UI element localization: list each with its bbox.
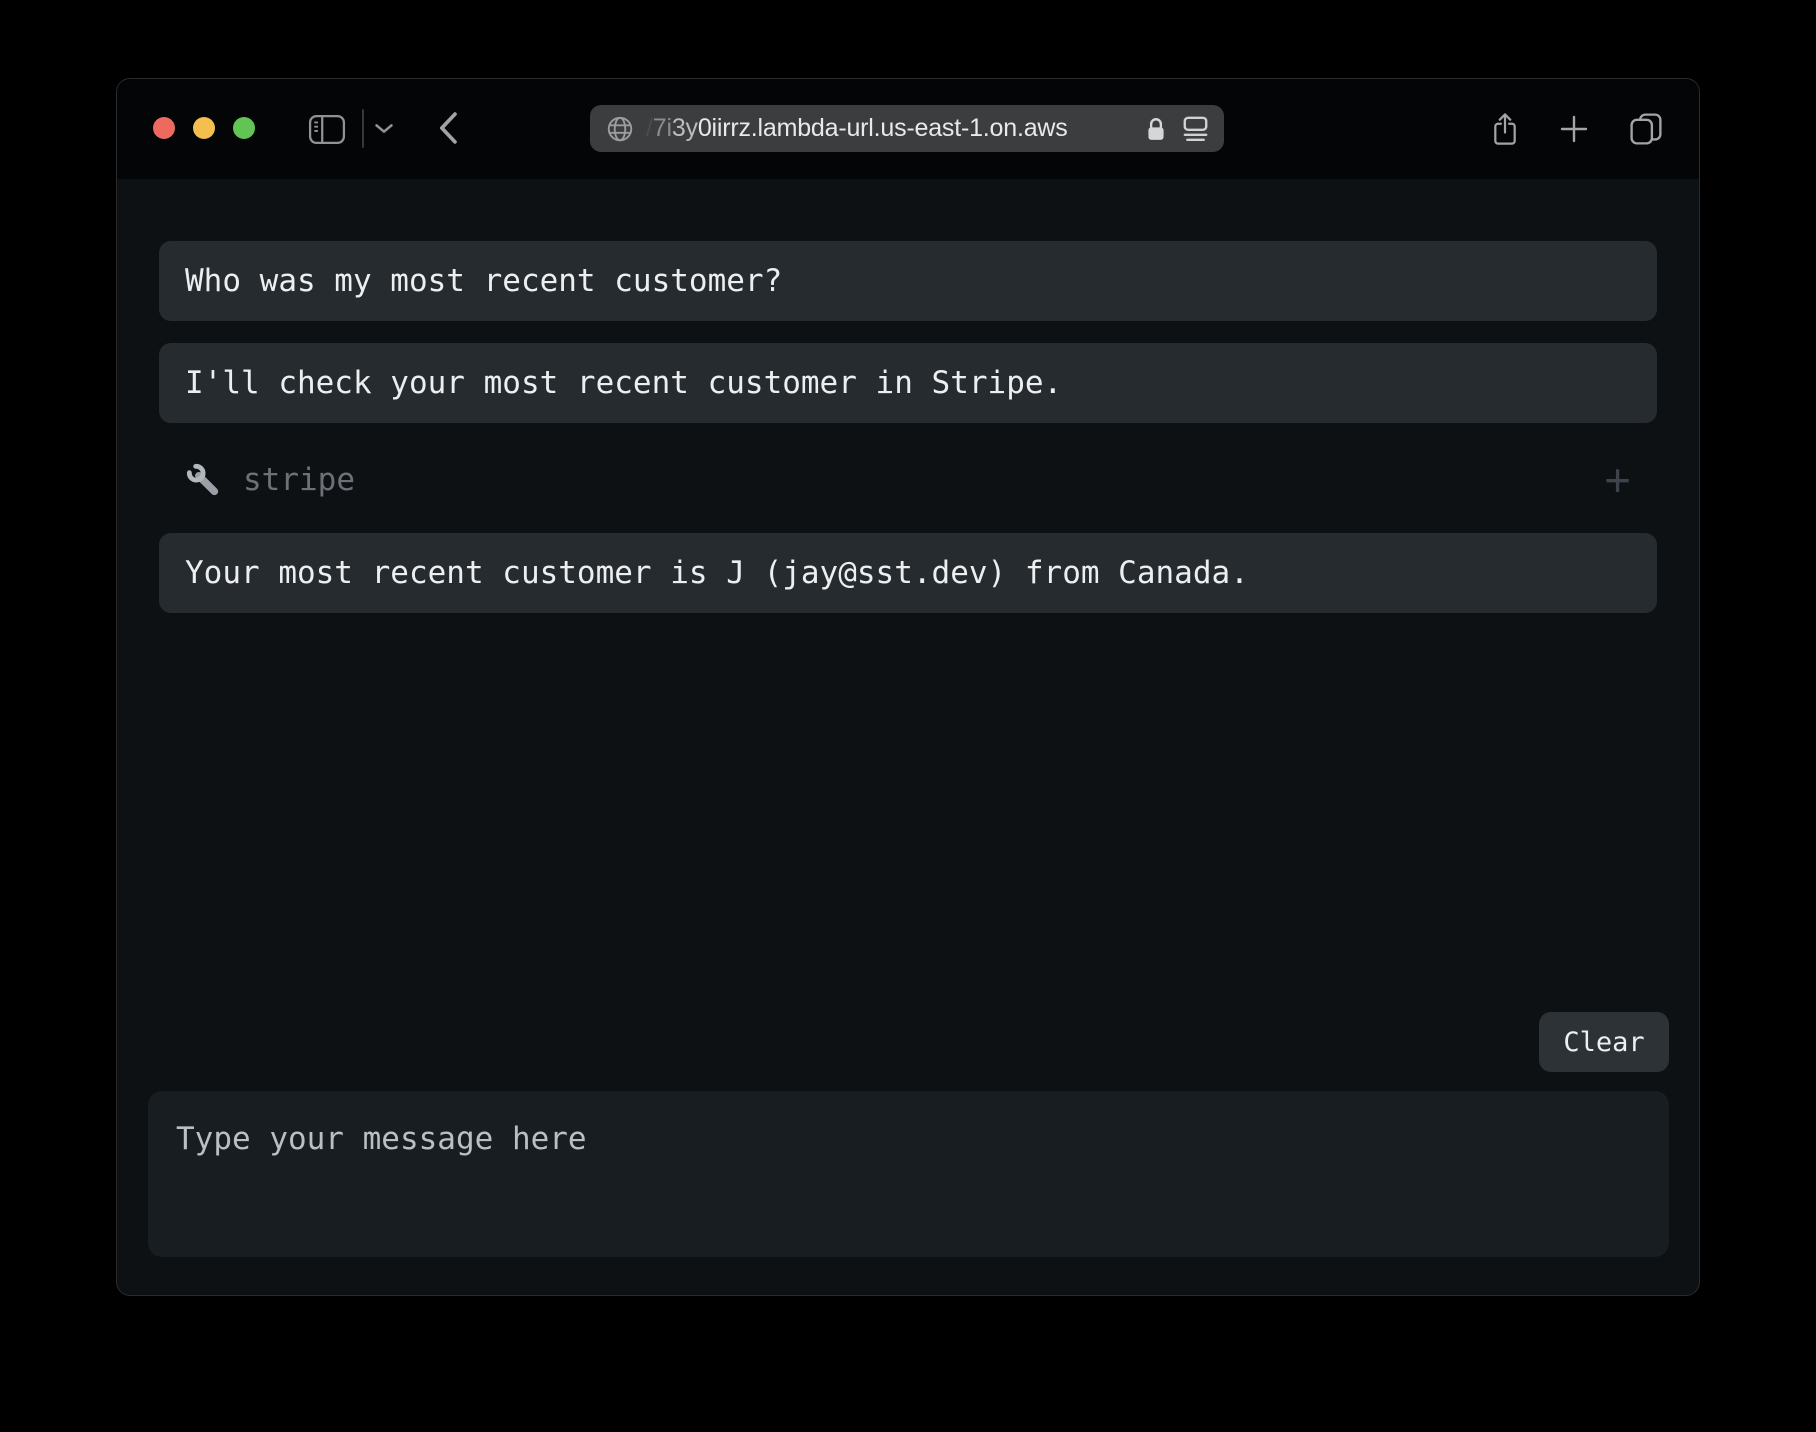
window-controls — [153, 117, 255, 139]
url-faded-segment: 3y — [672, 114, 698, 142]
tab-overview-button[interactable] — [1629, 112, 1663, 146]
message-input[interactable] — [148, 1091, 1669, 1257]
share-icon — [1491, 111, 1519, 147]
chat-area: Who was my most recent customer? I'll ch… — [117, 179, 1699, 1295]
url-host: 0iirrz.lambda-url.us-east-1.on.aws — [698, 114, 1068, 142]
tool-name-label: stripe — [243, 462, 355, 498]
browser-titlebar: /7i3y0iirrz.lambda-url.us-east-1.on.aws — [117, 79, 1699, 179]
message-assistant: Your most recent customer is J (jay@sst.… — [159, 533, 1657, 613]
message-text: Your most recent customer is J (jay@sst.… — [185, 555, 1249, 591]
back-icon — [437, 111, 459, 145]
message-text: Who was my most recent customer? — [185, 263, 782, 299]
tab-group-chevron-button[interactable] — [372, 120, 396, 136]
minimize-window-button[interactable] — [193, 117, 215, 139]
sidebar-icon — [308, 114, 346, 145]
sidebar-toggle-button[interactable] — [307, 112, 347, 146]
close-window-button[interactable] — [153, 117, 175, 139]
page-settings-icon — [1180, 114, 1211, 143]
globe-icon — [605, 114, 635, 144]
new-tab-button[interactable] — [1558, 113, 1590, 145]
tool-expand-button[interactable]: + — [1604, 457, 1631, 503]
back-button[interactable] — [435, 109, 461, 147]
toolbar-divider — [362, 109, 364, 148]
browser-window: /7i3y0iirrz.lambda-url.us-east-1.on.aws — [116, 78, 1700, 1296]
tool-call-row: stripe + — [159, 449, 1657, 511]
zoom-window-button[interactable] — [233, 117, 255, 139]
toolbar-right-actions — [1491, 109, 1663, 149]
plus-icon — [1558, 113, 1590, 145]
share-button[interactable] — [1491, 111, 1519, 147]
address-bar[interactable]: /7i3y0iirrz.lambda-url.us-east-1.on.aws — [590, 105, 1224, 152]
url-text: /7i3y0iirrz.lambda-url.us-east-1.on.aws — [646, 114, 1068, 143]
message-assistant: I'll check your most recent customer in … — [159, 343, 1657, 423]
lock-icon — [1143, 114, 1169, 144]
clear-button[interactable]: Clear — [1539, 1012, 1669, 1072]
message-text: I'll check your most recent customer in … — [185, 365, 1062, 401]
url-faded-segment: 7i — [653, 114, 672, 142]
tab-overview-icon — [1629, 112, 1663, 146]
message-user: Who was my most recent customer? — [159, 241, 1657, 321]
wrench-icon — [185, 462, 221, 498]
chevron-down-icon — [374, 122, 394, 135]
url-faded-segment: / — [646, 114, 653, 142]
